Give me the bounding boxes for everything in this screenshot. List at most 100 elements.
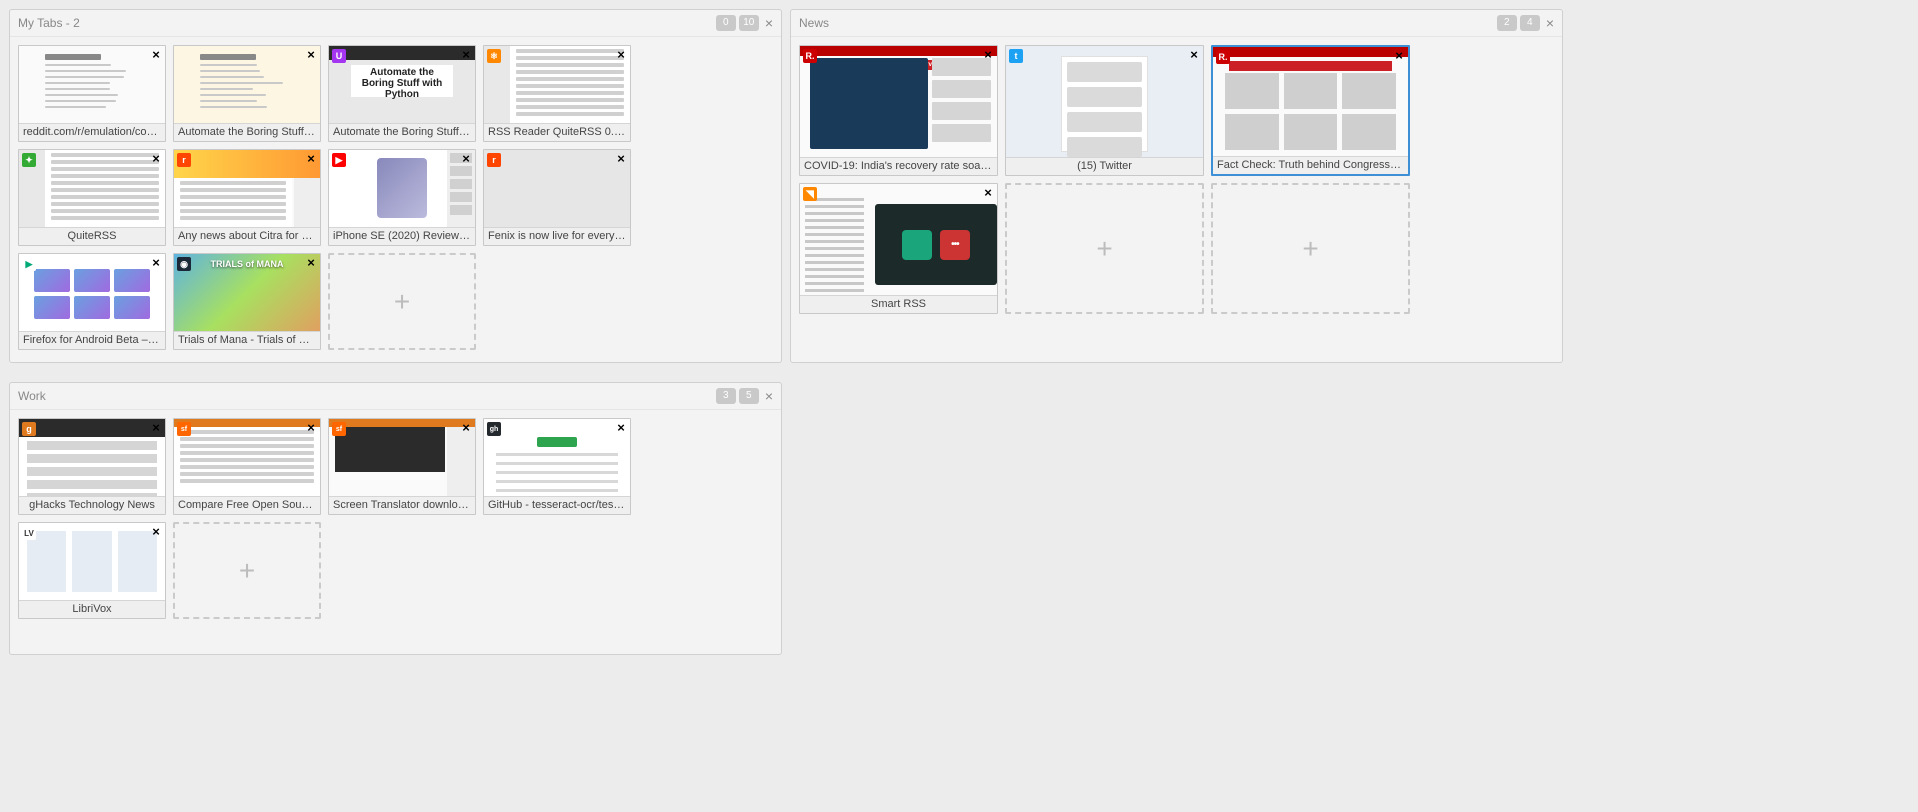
tab-tile[interactable]: r × Any news about Citra for androi [173,149,321,246]
tab-thumbnail: sf × [329,419,475,496]
tab-thumbnail: t× [1006,46,1203,157]
tab-title: Smart RSS [800,295,997,313]
tab-tile[interactable]: ✦×QuiteRSS [18,149,166,246]
tab-tile[interactable]: × Automate the Boring Stuff with P [173,45,321,142]
tab-thumbnail: TRIALS of MANA◉× [174,254,320,331]
tab-title: Fact Check: Truth behind Congress claim … [1213,156,1408,174]
close-tab-icon[interactable]: × [460,153,472,165]
tab-thumbnail: × [19,46,165,123]
group-tiles: 'Have Flattened The Curve'R.×COVID-19: I… [791,37,1562,322]
close-tab-icon[interactable]: × [615,153,627,165]
tab-tile[interactable]: R. × Fact Check: Truth behind Congress cla… [1211,45,1410,176]
tab-title: Screen Translator download | S [329,496,475,514]
close-tab-icon[interactable]: × [460,422,472,434]
tab-thumbnail: Automate the Boring Stuff with PythonU× [329,46,475,123]
close-tab-icon[interactable]: × [982,187,994,199]
close-tab-icon[interactable]: × [305,49,317,61]
tab-tile[interactable]: t×(15) Twitter [1005,45,1204,176]
close-tab-icon[interactable]: × [1393,50,1405,62]
group-header[interactable]: News24× [791,10,1562,37]
tab-thumbnail: •••◥× [800,184,997,295]
add-tab-button[interactable]: + [173,522,321,619]
close-group-icon[interactable]: × [765,16,773,30]
close-tab-icon[interactable]: × [150,153,162,165]
tab-group-news: News24×'Have Flattened The Curve'R.×COVI… [790,9,1563,363]
tab-title: QuiteRSS [19,227,165,245]
tab-tile[interactable]: LV × LibriVox [18,522,166,619]
tab-tile[interactable]: gh×GitHub - tesseract-ocr/tesserac [483,418,631,515]
republic-icon: R. [803,49,817,63]
tab-tile[interactable]: ▶×Firefox for Android Beta – Apps [18,253,166,350]
close-tab-icon[interactable]: × [615,49,627,61]
librivox-icon: LV [22,526,36,540]
tab-title: gHacks Technology News [19,496,165,514]
tab-thumbnail: ✦× [19,150,165,227]
tab-tile[interactable]: •••◥×Smart RSS [799,183,998,314]
tab-thumbnail: × [174,46,320,123]
tab-tile[interactable]: 'Have Flattened The Curve'R.×COVID-19: I… [799,45,998,176]
tab-tile[interactable]: ▶×iPhone SE (2020) Review: It All [328,149,476,246]
play-store-icon: ▶ [22,257,36,271]
close-tab-icon[interactable]: × [615,422,627,434]
group-badge: 10 [739,15,759,31]
close-tab-icon[interactable]: × [982,49,994,61]
tab-title: RSS Reader QuiteRSS 0.19.4 c [484,123,630,141]
close-tab-icon[interactable]: × [150,257,162,269]
tab-title: (15) Twitter [1006,157,1203,175]
tab-tile[interactable]: sf × Screen Translator download | S [328,418,476,515]
rss-icon: ✦ [22,153,36,167]
group-title: Work [18,383,713,409]
tab-thumbnail: ▶× [19,254,165,331]
add-tab-placeholder[interactable]: + [1211,183,1410,314]
close-tab-icon[interactable]: × [305,257,317,269]
close-tab-icon[interactable]: × [1188,49,1200,61]
sourceforge-icon: sf [177,422,191,436]
close-tab-icon[interactable]: × [150,49,162,61]
close-group-icon[interactable]: × [1546,16,1554,30]
group-header[interactable]: Work35 × [10,383,781,410]
tab-tile[interactable]: ⚛×RSS Reader QuiteRSS 0.19.4 c [483,45,631,142]
group-badge: 3 [716,388,736,404]
rss-icon: ⚛ [487,49,501,63]
close-tab-icon[interactable]: × [150,526,162,538]
tab-tile[interactable]: Automate the Boring Stuff with PythonU×A… [328,45,476,142]
add-tab-button[interactable]: + [1005,183,1204,314]
tab-title: LibriVox [19,600,165,618]
steam-icon: ◉ [177,257,191,271]
tab-tile[interactable]: ×reddit.com/r/emulation/commen [18,45,166,142]
close-tab-icon[interactable]: × [305,153,317,165]
tab-title: Automate the Boring Stuff with P [174,123,320,141]
group-header[interactable]: My Tabs - 2010 × [10,10,781,37]
close-group-icon[interactable]: × [765,389,773,403]
close-tab-icon[interactable]: × [150,422,162,434]
reddit-icon: r [177,153,191,167]
group-tiles: ×reddit.com/r/emulation/commen×Automate … [10,37,781,358]
close-tab-icon[interactable]: × [305,422,317,434]
tab-tile[interactable]: r×Fenix is now live for everyone in [483,149,631,246]
ghacks-icon: g [22,422,36,436]
youtube-icon: ▶ [332,153,346,167]
tab-group-mytabs: My Tabs - 2010××reddit.com/r/emulation/c… [9,9,782,363]
rss-icon: ◥ [803,187,817,201]
republic-icon: R. [1216,50,1230,64]
close-tab-icon[interactable]: × [460,49,472,61]
tab-thumbnail: ▶× [329,150,475,227]
add-tab-button[interactable]: + [328,253,476,350]
tab-tile[interactable]: g×gHacks Technology News [18,418,166,515]
group-badge: 2 [1497,15,1517,31]
tab-thumbnail: LV × [19,523,165,600]
tab-thumbnail: 'Have Flattened The Curve'R.× [800,46,997,157]
udemy-icon: U [332,49,346,63]
tab-title: Compare Free Open Source So [174,496,320,514]
group-badge: 0 [716,15,736,31]
group-badge: 5 [739,388,759,404]
tab-thumbnail: sf × [174,419,320,496]
tab-tile[interactable]: sf × Compare Free Open Source So [173,418,321,515]
tab-title: Any news about Citra for androi [174,227,320,245]
group-title: News [799,10,1494,36]
tab-thumbnail: g× [19,419,165,496]
sourceforge-icon: sf [332,422,346,436]
tab-tile[interactable]: TRIALS of MANA◉×Trials of Mana - Trials … [173,253,321,350]
group-title: My Tabs - 2 [18,10,713,36]
tab-thumbnail: ⚛× [484,46,630,123]
